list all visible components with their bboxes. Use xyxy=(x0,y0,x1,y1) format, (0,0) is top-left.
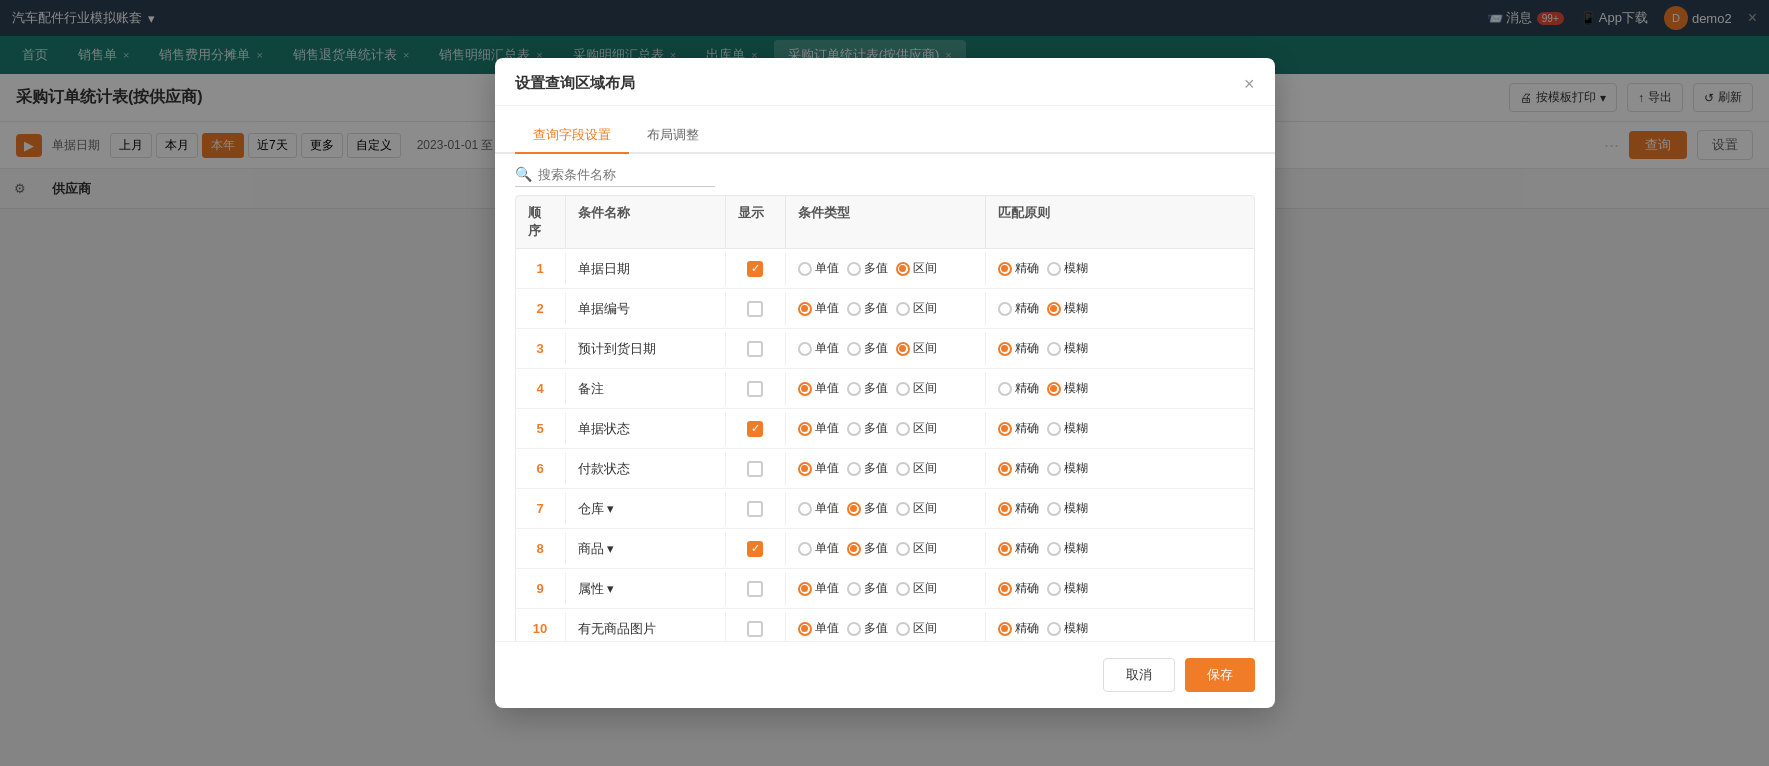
search-icon: 🔍 xyxy=(515,166,532,182)
col-match-header: 匹配原则 xyxy=(986,196,1186,209)
dialog-table: 顺序 条件名称 显示 条件类型 匹配原则 1单据日期单值多值区间精确模糊2单据编… xyxy=(495,195,1275,209)
dialog-overlay: 设置查询区域布局 × 查询字段设置 布局调整 🔍 顺序 条件名称 显示 条件类型… xyxy=(0,0,1769,209)
dialog-close-btn[interactable]: × xyxy=(1244,75,1255,93)
dialog-header: 设置查询区域布局 × xyxy=(495,58,1275,106)
dialog-table-header: 顺序 条件名称 显示 条件类型 匹配原则 xyxy=(515,195,1255,209)
dialog-title: 设置查询区域布局 xyxy=(515,74,635,93)
dialog-tab-fields[interactable]: 查询字段设置 xyxy=(515,118,629,154)
dialog-tabs: 查询字段设置 布局调整 xyxy=(495,106,1275,154)
col-order-header: 顺序 xyxy=(516,196,566,209)
col-type-header: 条件类型 xyxy=(786,196,986,209)
col-name-header: 条件名称 xyxy=(566,196,726,209)
dialog-search-area: 🔍 xyxy=(495,154,1275,195)
col-display-header: 显示 xyxy=(726,196,786,209)
settings-dialog: 设置查询区域布局 × 查询字段设置 布局调整 🔍 顺序 条件名称 显示 条件类型… xyxy=(495,58,1275,209)
dialog-tab-layout[interactable]: 布局调整 xyxy=(629,118,717,154)
search-input[interactable] xyxy=(538,167,698,182)
search-wrap: 🔍 xyxy=(515,166,715,187)
